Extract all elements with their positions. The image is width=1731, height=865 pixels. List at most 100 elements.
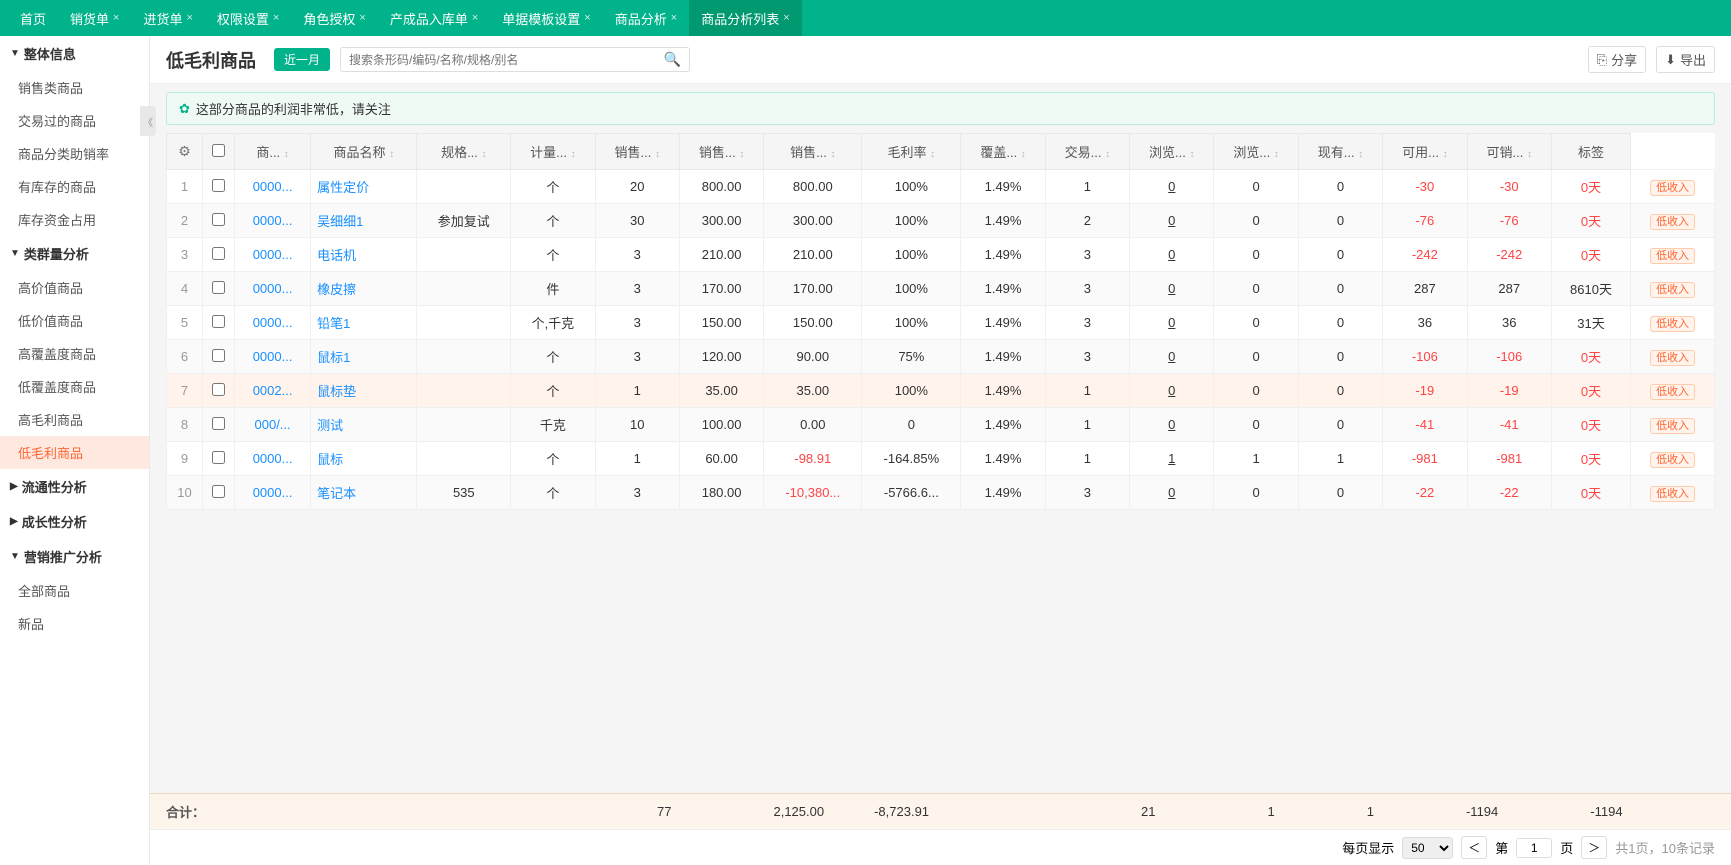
nav-product-entry-close[interactable]: × bbox=[472, 12, 478, 24]
row-trade[interactable]: 0 bbox=[1130, 238, 1214, 272]
nav-role-close[interactable]: × bbox=[359, 12, 365, 24]
row-checkbox[interactable] bbox=[203, 476, 235, 510]
row-name[interactable]: 鼠标1 bbox=[311, 340, 417, 374]
search-input[interactable] bbox=[349, 53, 664, 67]
row-checkbox[interactable] bbox=[203, 272, 235, 306]
sidebar-item-in-stock[interactable]: 有库存的商品 bbox=[0, 170, 149, 203]
row-name[interactable]: 鼠标 bbox=[311, 442, 417, 476]
sidebar-item-sales-products[interactable]: 销售类商品 bbox=[0, 71, 149, 104]
sort-salesamt-icon[interactable]: ↕ bbox=[831, 149, 836, 160]
row-select-checkbox[interactable] bbox=[212, 315, 225, 328]
row-checkbox[interactable] bbox=[203, 170, 235, 204]
sidebar-item-low-coverage[interactable]: 低覆盖度商品 bbox=[0, 370, 149, 403]
row-select-checkbox[interactable] bbox=[212, 179, 225, 192]
row-select-checkbox[interactable] bbox=[212, 451, 225, 464]
nav-template-close[interactable]: × bbox=[584, 12, 590, 24]
sort-code-icon[interactable]: ↕ bbox=[284, 149, 289, 160]
sidebar-item-low-value[interactable]: 低价值商品 bbox=[0, 304, 149, 337]
sort-spec-icon[interactable]: ↕ bbox=[482, 149, 487, 160]
row-trade[interactable]: 0 bbox=[1130, 476, 1214, 510]
row-name[interactable]: 属性定价 bbox=[311, 170, 417, 204]
row-select-checkbox[interactable] bbox=[212, 485, 225, 498]
row-trade[interactable]: 1 bbox=[1130, 442, 1214, 476]
col-checkbox[interactable] bbox=[203, 134, 235, 170]
export-btn[interactable]: ⬇ 导出 bbox=[1656, 46, 1715, 73]
nav-sales-close[interactable]: × bbox=[113, 12, 119, 24]
sort-salesprice-icon[interactable]: ↕ bbox=[739, 149, 744, 160]
sort-salesqty-icon[interactable]: ↕ bbox=[655, 149, 660, 160]
per-page-select[interactable]: 50 20 100 bbox=[1402, 837, 1453, 859]
row-checkbox[interactable] bbox=[203, 306, 235, 340]
nav-product-analysis-list-close[interactable]: × bbox=[783, 12, 789, 24]
filter-period-btn[interactable]: 近一月 bbox=[274, 48, 330, 71]
row-select-checkbox[interactable] bbox=[212, 281, 225, 294]
row-name[interactable]: 笔记本 bbox=[311, 476, 417, 510]
row-name[interactable]: 鼠标垫 bbox=[311, 374, 417, 408]
nav-sales[interactable]: 销货单 × bbox=[58, 0, 131, 36]
row-trade[interactable]: 0 bbox=[1130, 170, 1214, 204]
row-name[interactable]: 铅笔1 bbox=[311, 306, 417, 340]
select-all-checkbox[interactable] bbox=[212, 144, 225, 157]
row-checkbox[interactable] bbox=[203, 340, 235, 374]
sidebar-collapse-btn[interactable]: 《 bbox=[140, 106, 156, 136]
row-checkbox[interactable] bbox=[203, 204, 235, 238]
nav-product-analysis-close[interactable]: × bbox=[671, 12, 677, 24]
row-select-checkbox[interactable] bbox=[212, 247, 225, 260]
search-icon[interactable]: 🔍 bbox=[664, 51, 681, 68]
share-btn[interactable]: ⎘ 分享 bbox=[1588, 46, 1646, 73]
sort-browse1-icon[interactable]: ↕ bbox=[1190, 149, 1195, 160]
nav-permission-close[interactable]: × bbox=[273, 12, 279, 24]
nav-template[interactable]: 单据模板设置 × bbox=[490, 0, 602, 36]
sidebar-item-category-assist[interactable]: 商品分类助销率 bbox=[0, 137, 149, 170]
row-checkbox[interactable] bbox=[203, 442, 235, 476]
sort-current-icon[interactable]: ↕ bbox=[1358, 149, 1363, 160]
sort-gross-icon[interactable]: ↕ bbox=[930, 149, 935, 160]
sort-unit-icon[interactable]: ↕ bbox=[571, 149, 576, 160]
sidebar-section-cluster[interactable]: ▼ 类群量分析 bbox=[0, 236, 149, 271]
row-trade[interactable]: 0 bbox=[1130, 408, 1214, 442]
row-trade[interactable]: 0 bbox=[1130, 340, 1214, 374]
nav-product-entry[interactable]: 产成品入库单 × bbox=[378, 0, 490, 36]
sidebar-item-new-products[interactable]: 新品 bbox=[0, 607, 149, 640]
sort-browse2-icon[interactable]: ↕ bbox=[1274, 149, 1279, 160]
prev-page-btn[interactable]: ＜ bbox=[1461, 836, 1487, 859]
sort-saleable-icon[interactable]: ↕ bbox=[1527, 149, 1532, 160]
row-name[interactable]: 测试 bbox=[311, 408, 417, 442]
row-name[interactable]: 橡皮擦 bbox=[311, 272, 417, 306]
page-input[interactable] bbox=[1516, 838, 1552, 858]
sidebar-item-low-margin[interactable]: 低毛利商品 bbox=[0, 436, 149, 469]
nav-product-analysis[interactable]: 商品分析 × bbox=[603, 0, 689, 36]
row-name[interactable]: 电话机 bbox=[311, 238, 417, 272]
nav-purchase[interactable]: 进货单 × bbox=[131, 0, 204, 36]
sidebar-section-overall[interactable]: ▼ 整体信息 bbox=[0, 36, 149, 71]
row-select-checkbox[interactable] bbox=[212, 213, 225, 226]
sidebar-item-high-coverage[interactable]: 高覆盖度商品 bbox=[0, 337, 149, 370]
sidebar-item-traded-products[interactable]: 交易过的商品 bbox=[0, 104, 149, 137]
nav-role[interactable]: 角色授权 × bbox=[291, 0, 377, 36]
row-trade[interactable]: 0 bbox=[1130, 306, 1214, 340]
sidebar-item-capital[interactable]: 库存资金占用 bbox=[0, 203, 149, 236]
next-page-btn[interactable]: ＞ bbox=[1581, 836, 1607, 859]
sidebar-section-growth[interactable]: ▶ 成长性分析 bbox=[0, 504, 149, 539]
nav-home[interactable]: 首页 bbox=[8, 0, 58, 36]
row-select-checkbox[interactable] bbox=[212, 417, 225, 430]
sidebar-item-high-margin[interactable]: 高毛利商品 bbox=[0, 403, 149, 436]
sidebar-item-all-products[interactable]: 全部商品 bbox=[0, 574, 149, 607]
row-checkbox[interactable] bbox=[203, 408, 235, 442]
sidebar-section-marketing[interactable]: ▼ 营销推广分析 bbox=[0, 539, 149, 574]
row-name[interactable]: 吴细细1 bbox=[311, 204, 417, 238]
sort-available-icon[interactable]: ↕ bbox=[1443, 149, 1448, 160]
sort-coverage-icon[interactable]: ↕ bbox=[1021, 149, 1026, 160]
row-trade[interactable]: 0 bbox=[1130, 272, 1214, 306]
settings-icon[interactable]: ⚙ bbox=[178, 143, 191, 159]
nav-purchase-close[interactable]: × bbox=[186, 12, 192, 24]
sidebar-item-high-value[interactable]: 高价值商品 bbox=[0, 271, 149, 304]
row-select-checkbox[interactable] bbox=[212, 383, 225, 396]
row-trade[interactable]: 0 bbox=[1130, 374, 1214, 408]
sort-trade-icon[interactable]: ↕ bbox=[1105, 149, 1110, 160]
nav-permission[interactable]: 权限设置 × bbox=[205, 0, 291, 36]
col-settings[interactable]: ⚙ bbox=[167, 134, 203, 170]
sort-name-icon[interactable]: ↕ bbox=[389, 149, 394, 160]
row-trade[interactable]: 0 bbox=[1130, 204, 1214, 238]
nav-product-analysis-list[interactable]: 商品分析列表 × bbox=[689, 0, 801, 36]
